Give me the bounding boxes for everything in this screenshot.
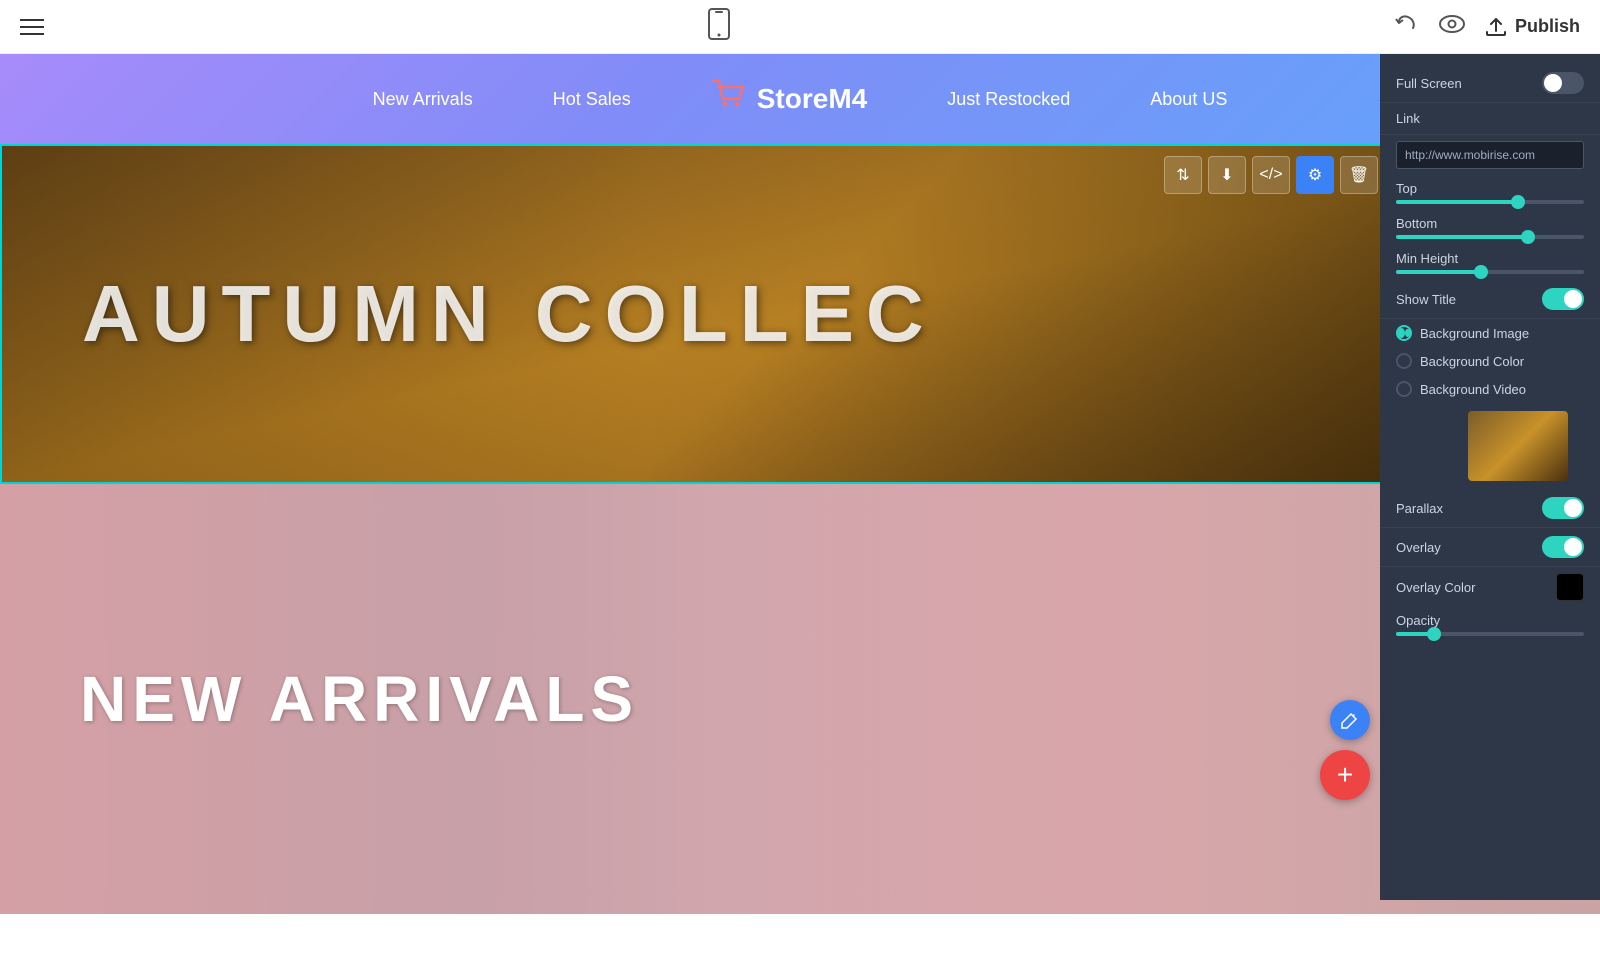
overlay-toggle[interactable] bbox=[1542, 536, 1584, 558]
top-slider[interactable] bbox=[1396, 200, 1584, 204]
link-input-row bbox=[1380, 135, 1600, 175]
opacity-slider-row: Opacity bbox=[1380, 607, 1600, 642]
bottom-slider-row: Bottom bbox=[1380, 210, 1600, 245]
background-color-row: Background Color bbox=[1380, 347, 1600, 375]
overlay-color-row: Overlay Color bbox=[1380, 567, 1600, 607]
navbar: New Arrivals Hot Sales StoreM4 Just Rest… bbox=[0, 54, 1600, 144]
hamburger-menu[interactable] bbox=[20, 19, 44, 35]
min-height-slider-row: Min Height bbox=[1380, 245, 1600, 280]
full-screen-row: Full Screen bbox=[1380, 64, 1600, 103]
link-label-row: Link bbox=[1380, 103, 1600, 135]
publish-button[interactable]: Publish bbox=[1485, 16, 1580, 37]
hero-section: AUTUMN COLLEC ⇅ ⬇ </> ⚙ 🗑 bbox=[0, 144, 1600, 484]
image-thumbnail-container bbox=[1380, 403, 1600, 489]
background-video-radio[interactable] bbox=[1396, 381, 1412, 397]
opacity-label: Opacity bbox=[1396, 613, 1584, 628]
background-image-thumb[interactable] bbox=[1468, 411, 1568, 481]
cart-icon bbox=[711, 79, 747, 119]
nav-link-hot-sales[interactable]: Hot Sales bbox=[553, 89, 631, 110]
new-arrivals-section: NEW ARRIVALS bbox=[0, 484, 1600, 914]
add-icon: + bbox=[1337, 761, 1353, 789]
background-image-radio[interactable] bbox=[1396, 325, 1412, 341]
publish-label: Publish bbox=[1515, 16, 1580, 37]
link-label: Link bbox=[1396, 111, 1420, 126]
parallax-row: Parallax bbox=[1380, 489, 1600, 528]
background-color-radio[interactable] bbox=[1396, 353, 1412, 369]
sort-button[interactable]: ⇅ bbox=[1164, 156, 1202, 194]
settings-panel: Full Screen Link Top Bottom Min Height bbox=[1380, 54, 1600, 900]
top-slider-row: Top bbox=[1380, 175, 1600, 210]
delete-button[interactable]: 🗑 bbox=[1340, 156, 1378, 194]
settings-button[interactable]: ⚙ bbox=[1296, 156, 1334, 194]
nav-link-just-restocked[interactable]: Just Restocked bbox=[947, 89, 1070, 110]
fab-add-button[interactable]: + bbox=[1320, 750, 1370, 800]
opacity-slider[interactable] bbox=[1396, 632, 1584, 636]
link-input[interactable] bbox=[1396, 141, 1584, 169]
hero-title: AUTUMN COLLEC bbox=[2, 268, 936, 360]
bottom-slider[interactable] bbox=[1396, 235, 1584, 239]
background-video-label: Background Video bbox=[1420, 382, 1526, 397]
full-screen-label: Full Screen bbox=[1396, 76, 1462, 91]
bottom-label: Bottom bbox=[1396, 216, 1584, 231]
background-color-label: Background Color bbox=[1420, 354, 1524, 369]
preview-eye-icon[interactable] bbox=[1439, 15, 1465, 39]
show-title-label: Show Title bbox=[1396, 292, 1456, 307]
background-image-label: Background Image bbox=[1420, 326, 1529, 341]
parallax-toggle[interactable] bbox=[1542, 497, 1584, 519]
download-button[interactable]: ⬇ bbox=[1208, 156, 1246, 194]
overlay-row: Overlay bbox=[1380, 528, 1600, 567]
show-title-row: Show Title bbox=[1380, 280, 1600, 319]
new-arrivals-title: NEW ARRIVALS bbox=[0, 662, 639, 736]
nav-link-new-arrivals[interactable]: New Arrivals bbox=[373, 89, 473, 110]
code-button[interactable]: </> bbox=[1252, 156, 1290, 194]
background-image-row: Background Image bbox=[1380, 319, 1600, 347]
min-height-slider[interactable] bbox=[1396, 270, 1584, 274]
nav-link-about-us[interactable]: About US bbox=[1150, 89, 1227, 110]
overlay-label: Overlay bbox=[1396, 540, 1441, 555]
overlay-color-swatch[interactable] bbox=[1556, 573, 1584, 601]
undo-icon[interactable] bbox=[1395, 14, 1419, 40]
background-video-row: Background Video bbox=[1380, 375, 1600, 403]
fab-edit-button[interactable] bbox=[1330, 700, 1370, 740]
parallax-label: Parallax bbox=[1396, 501, 1443, 516]
min-height-label: Min Height bbox=[1396, 251, 1584, 266]
section-toolbar: ⇅ ⬇ </> ⚙ 🗑 bbox=[1164, 156, 1378, 194]
logo-text: StoreM4 bbox=[757, 83, 867, 115]
overlay-color-label: Overlay Color bbox=[1396, 580, 1475, 595]
full-screen-toggle[interactable] bbox=[1542, 72, 1584, 94]
phone-preview-icon[interactable] bbox=[708, 8, 730, 46]
nav-logo: StoreM4 bbox=[711, 79, 867, 119]
show-title-toggle[interactable] bbox=[1542, 288, 1584, 310]
top-toolbar: Publish bbox=[0, 0, 1600, 54]
top-label: Top bbox=[1396, 181, 1584, 196]
